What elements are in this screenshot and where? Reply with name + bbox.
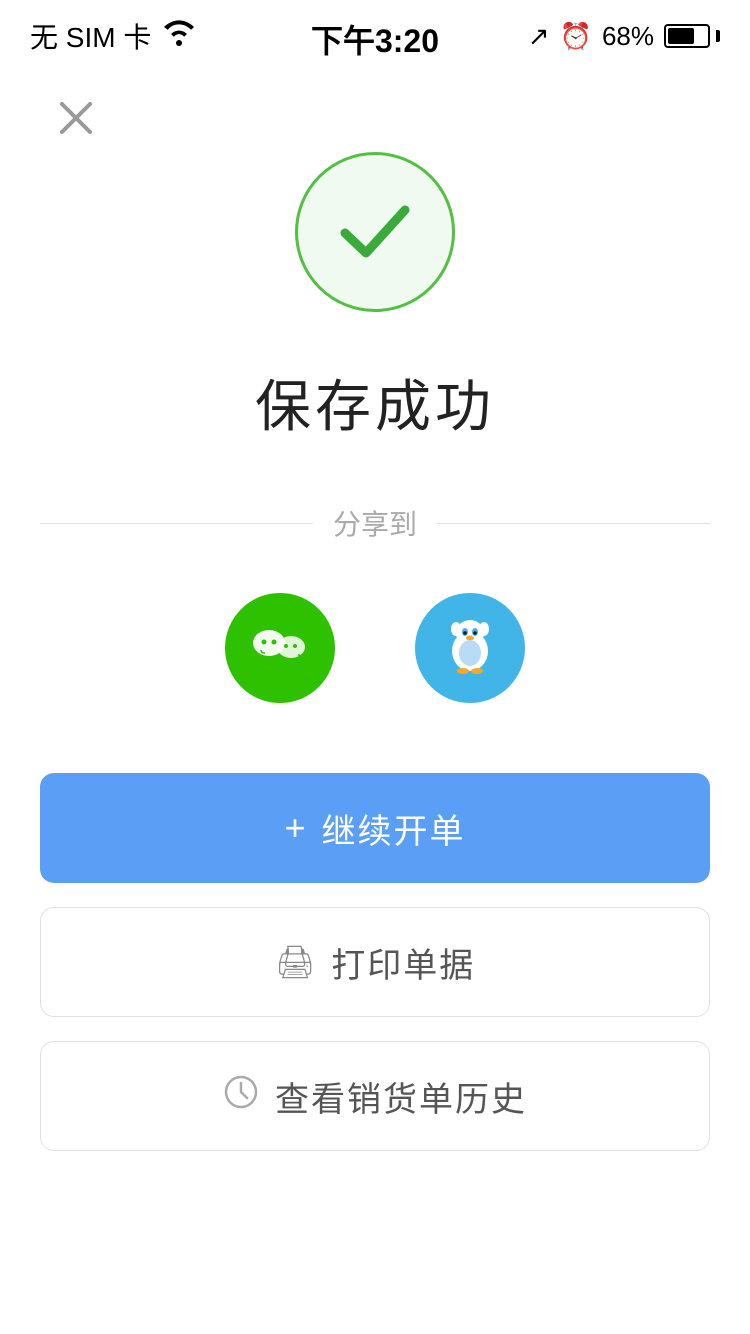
share-label: 分享到 — [333, 503, 417, 543]
battery-percent: 68% — [602, 21, 654, 52]
close-button[interactable] — [46, 88, 106, 148]
history-button[interactable]: 查看销货单历史 — [40, 1041, 710, 1151]
status-bar: 无 SIM 卡 下午3:20 ↗ ⏰ 68% — [0, 0, 750, 72]
share-section: 分享到 — [0, 503, 750, 773]
checkmark-icon — [330, 185, 420, 280]
share-icons-row — [225, 593, 525, 703]
qq-share-button[interactable] — [415, 593, 525, 703]
carrier-text: 无 SIM 卡 — [30, 16, 151, 56]
alarm-icon: ⏰ — [560, 21, 592, 52]
continue-label: 继续开单 — [322, 804, 466, 853]
battery-icon — [664, 24, 720, 48]
success-title: 保存成功 — [255, 362, 495, 443]
continue-icon: + — [284, 807, 305, 849]
time-display: 下午3:20 — [311, 16, 439, 62]
divider-left — [40, 523, 313, 524]
history-icon — [223, 1074, 259, 1118]
main-content: 保存成功 分享到 — [0, 72, 750, 1334]
print-button[interactable]: 🖨 打印单据 — [40, 907, 710, 1017]
print-icon: 🖨 — [275, 943, 316, 981]
print-label: 打印单据 — [331, 938, 475, 987]
wechat-share-button[interactable] — [225, 593, 335, 703]
location-icon: ↗ — [528, 21, 550, 52]
share-divider: 分享到 — [40, 503, 710, 543]
divider-right — [437, 523, 710, 524]
wifi-icon — [161, 20, 197, 53]
action-buttons: + 继续开单 🖨 打印单据 查看销货单历史 — [0, 773, 750, 1151]
success-icon-circle — [295, 152, 455, 312]
status-right: ↗ ⏰ 68% — [528, 21, 720, 52]
status-left: 无 SIM 卡 — [30, 16, 197, 56]
history-label: 查看销货单历史 — [275, 1072, 527, 1121]
continue-button[interactable]: + 继续开单 — [40, 773, 710, 883]
